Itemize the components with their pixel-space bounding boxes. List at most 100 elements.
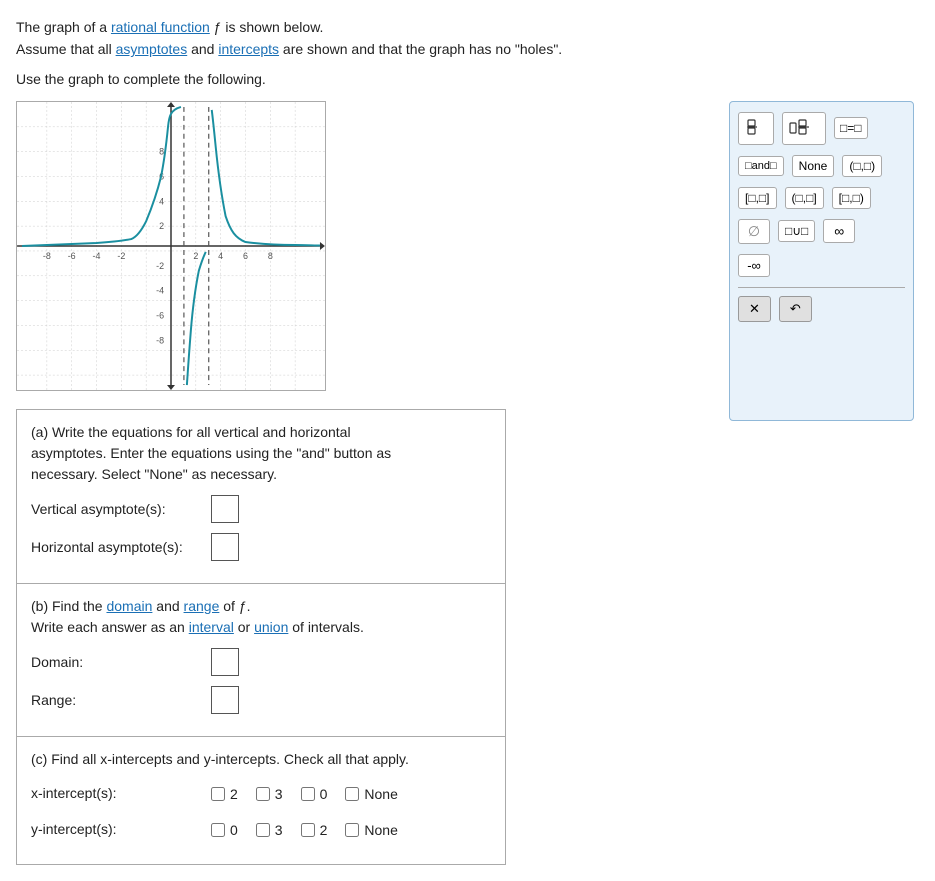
svg-text:2: 2 [159, 221, 164, 231]
y-option-none[interactable]: None [345, 822, 397, 838]
y-checkbox-none[interactable] [345, 823, 359, 837]
svg-text:-8: -8 [43, 251, 51, 261]
toolbar-divider [738, 287, 905, 288]
half-open-left-button[interactable]: (□,□] [785, 187, 824, 209]
y-option-0[interactable]: 0 [211, 822, 238, 838]
union-button[interactable]: □∪□ [778, 220, 815, 242]
mixed-fraction-button[interactable] [782, 112, 826, 145]
closed-interval-button[interactable]: [□,□] [738, 187, 777, 209]
svg-text:-4: -4 [156, 285, 164, 295]
svg-text:8: 8 [268, 251, 273, 261]
x-checkbox-0[interactable] [301, 787, 315, 801]
intro-block: The graph of a rational function ƒ is sh… [16, 16, 919, 61]
asymptotes-link[interactable]: asymptotes [116, 41, 188, 57]
intro-line2-prefix: Assume that all [16, 41, 116, 57]
domain-input[interactable] [211, 648, 239, 676]
fraction-button[interactable] [738, 112, 774, 145]
y-intercept-options: 0 3 2 None [211, 822, 398, 838]
part-c-section: (c) Find all x-intercepts and y-intercep… [17, 737, 505, 864]
undo-icon: ↶ [790, 301, 801, 316]
svg-text:4: 4 [159, 196, 164, 206]
y-option-3[interactable]: 3 [256, 822, 283, 838]
range-label: Range: [31, 692, 201, 708]
toolbar-row-2: □and□ None (□,□) [738, 155, 905, 177]
use-graph-instruction: Use the graph to complete the following. [16, 71, 919, 87]
x-intercept-label: x-intercept(s): [31, 785, 201, 801]
toolbar-row-3: [□,□] (□,□] [□,□) [738, 187, 905, 209]
bottom-toolbar: ✕ ↶ [738, 296, 905, 322]
range-input[interactable] [211, 686, 239, 714]
questions-box: (a) Write the equations for all vertical… [16, 409, 506, 865]
empty-set-icon: ∅ [748, 223, 760, 239]
range-link[interactable]: range [184, 598, 220, 614]
neg-infinity-icon: -∞ [747, 258, 761, 273]
domain-label: Domain: [31, 654, 201, 670]
graph-svg: -8 -6 -4 -2 2 4 6 8 8 6 4 2 -2 -4 -6 -8 [17, 102, 325, 390]
rational-function-link[interactable]: rational function [111, 19, 210, 35]
intercepts-link[interactable]: intercepts [218, 41, 279, 57]
vertical-asymptote-input[interactable] [211, 495, 239, 523]
y-checkbox-3[interactable] [256, 823, 270, 837]
main-layout: -8 -6 -4 -2 2 4 6 8 8 6 4 2 -2 -4 -6 -8 [16, 101, 919, 865]
intro-line1-suffix: ƒ is shown below. [210, 19, 324, 35]
part-b-label: (b) Find the domain and range of ƒ. Writ… [31, 596, 491, 638]
infinity-icon: ∞ [834, 223, 844, 239]
intro-line1-prefix: The graph of a [16, 19, 111, 35]
x-option-none[interactable]: None [345, 786, 397, 802]
and-button[interactable]: □and□ [738, 156, 784, 176]
svg-text:2: 2 [193, 251, 198, 261]
part-a-label: (a) Write the equations for all vertical… [31, 422, 491, 485]
y-checkbox-2[interactable] [301, 823, 315, 837]
half-open-right-button[interactable]: [□,□) [832, 187, 871, 209]
range-row: Range: [31, 686, 491, 714]
empty-set-button[interactable]: ∅ [738, 219, 770, 244]
svg-text:-2: -2 [117, 251, 125, 261]
domain-link[interactable]: domain [106, 598, 152, 614]
y-intercept-row: y-intercept(s): 0 3 2 None [31, 816, 491, 842]
part-c-label: (c) Find all x-intercepts and y-intercep… [31, 749, 491, 770]
y-checkbox-0[interactable] [211, 823, 225, 837]
svg-text:-2: -2 [156, 261, 164, 271]
closed-interval-icon: [□,□] [745, 191, 770, 205]
x-option-2[interactable]: 2 [211, 786, 238, 802]
graph-container: -8 -6 -4 -2 2 4 6 8 8 6 4 2 -2 -4 -6 -8 [16, 101, 326, 391]
toolbar-panel: □=□ □and□ None (□,□) [□,□] [729, 101, 914, 421]
toolbar-row-5: -∞ [738, 254, 905, 277]
x-checkbox-none[interactable] [345, 787, 359, 801]
vertical-asymptote-label: Vertical asymptote(s): [31, 501, 201, 517]
none-button[interactable]: None [792, 155, 835, 177]
mixed-fraction-icon [789, 116, 819, 138]
svg-text:-4: -4 [93, 251, 101, 261]
toolbar-row-1: □=□ [738, 112, 905, 145]
infinity-button[interactable]: ∞ [823, 219, 855, 243]
horizontal-asymptote-row: Horizontal asymptote(s): [31, 533, 491, 561]
part-b-section: (b) Find the domain and range of ƒ. Writ… [17, 584, 505, 737]
clear-button[interactable]: ✕ [738, 296, 771, 322]
toolbar-row-4: ∅ □∪□ ∞ [738, 219, 905, 244]
half-open-left-icon: (□,□] [792, 191, 817, 205]
svg-text:6: 6 [243, 251, 248, 261]
equation-icon: □=□ [840, 121, 862, 135]
neg-infinity-button[interactable]: -∞ [738, 254, 770, 277]
fraction-icon [745, 116, 767, 138]
x-option-0[interactable]: 0 [301, 786, 328, 802]
svg-text:8: 8 [159, 146, 164, 156]
union-link[interactable]: union [254, 619, 288, 635]
y-option-2[interactable]: 2 [301, 822, 328, 838]
equation-button[interactable]: □=□ [834, 117, 868, 139]
none-label: None [799, 159, 828, 173]
vertical-asymptote-row: Vertical asymptote(s): [31, 495, 491, 523]
right-panel: □=□ □and□ None (□,□) [□,□] [729, 101, 919, 865]
undo-button[interactable]: ↶ [779, 296, 812, 322]
x-checkbox-2[interactable] [211, 787, 225, 801]
x-checkbox-3[interactable] [256, 787, 270, 801]
interval-link[interactable]: interval [189, 619, 234, 635]
part-a-section: (a) Write the equations for all vertical… [17, 410, 505, 584]
svg-text:-6: -6 [68, 251, 76, 261]
svg-text:-6: -6 [156, 310, 164, 320]
open-interval-button[interactable]: (□,□) [842, 155, 882, 177]
intro-line2-suffix: are shown and that the graph has no "hol… [279, 41, 562, 57]
horizontal-asymptote-input[interactable] [211, 533, 239, 561]
x-option-3[interactable]: 3 [256, 786, 283, 802]
x-intercept-options: 2 3 0 None [211, 786, 398, 802]
